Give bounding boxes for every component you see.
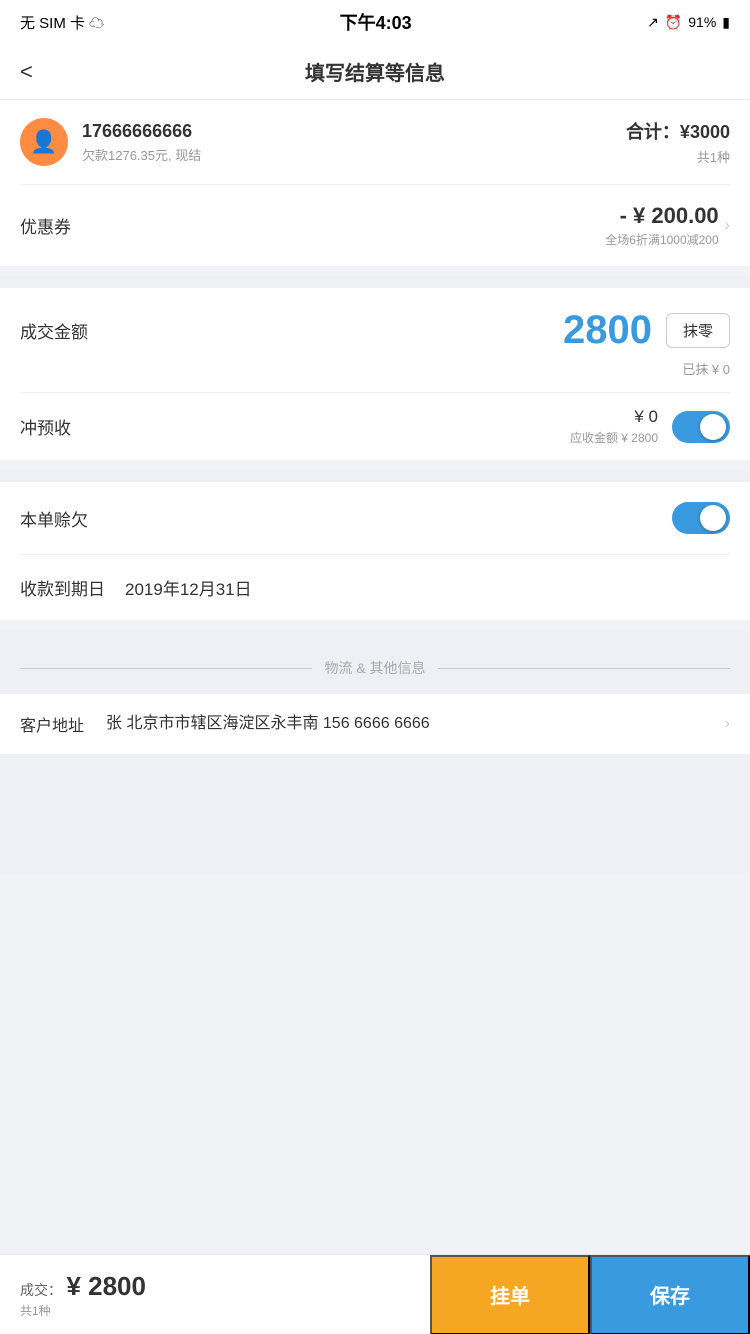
section-header-text: 物流 & 其他信息 <box>324 658 425 678</box>
alarm-icon: ⏰ <box>665 14 682 31</box>
no-sim-text: 无 SIM 卡 ☁ <box>20 12 104 33</box>
coupon-label: 优惠券 <box>20 213 71 238</box>
gray-separator-3 <box>0 630 750 642</box>
status-time: 下午4:03 <box>340 9 412 35</box>
battery-icon: ▮ <box>722 14 730 31</box>
credit-card: 本单赊欠 收款到期日 2019年12月31日 <box>0 482 750 620</box>
deal-amount-value: 2800 <box>563 308 652 353</box>
user-info: 17666666666 欠款1276.35元, 现结 <box>82 121 201 164</box>
user-right: 合计：¥3000 共1种 <box>626 118 730 166</box>
coupon-block: - ¥ 200.00 全场6折满1000减200 <box>605 203 718 248</box>
deal-right: 2800 抹零 <box>563 308 730 353</box>
user-left: 👤 17666666666 欠款1276.35元, 现结 <box>20 118 201 166</box>
location-icon: ↗ <box>647 14 659 31</box>
avatar: 👤 <box>20 118 68 166</box>
deal-amount-label: 成交金额 <box>20 318 88 343</box>
user-phone: 17666666666 <box>82 121 201 142</box>
prepaid-label: 冲预收 <box>20 414 71 439</box>
gray-separator-1 <box>0 276 750 288</box>
round-button[interactable]: 抹零 <box>666 313 730 348</box>
gray-separator-2 <box>0 470 750 482</box>
section-header-line-right <box>438 668 730 669</box>
bottom-deal-label: 成交： <box>20 1282 62 1298</box>
prepaid-row: 冲预收 ¥ 0 应收金额 ¥ 2800 <box>0 393 750 460</box>
address-row[interactable]: 客户地址 张 北京市市辖区海淀区永丰南 156 6666 6666 › <box>0 694 750 754</box>
address-value: 张 北京市市辖区海淀区永丰南 156 6666 6666 <box>106 712 709 736</box>
prepaid-amount-block: ¥ 0 应收金额 ¥ 2800 <box>570 407 658 446</box>
prepaid-amount: ¥ 0 <box>570 407 658 427</box>
coupon-sub: 全场6折满1000减200 <box>605 231 718 248</box>
back-button[interactable]: < <box>20 59 33 85</box>
user-row: 👤 17666666666 欠款1276.35元, 现结 合计：¥3000 共1… <box>0 100 750 184</box>
duedate-label: 收款到期日 <box>20 575 105 600</box>
coupon-amount: - ¥ 200.00 <box>605 203 718 229</box>
deal-sub: 已抹 ¥ 0 <box>0 359 750 392</box>
nav-bar: < 填写结算等信息 <box>0 44 750 100</box>
status-bar: 无 SIM 卡 ☁ 下午4:03 ↗ ⏰ 91% ▮ <box>0 0 750 44</box>
prepaid-toggle[interactable] <box>672 411 730 443</box>
bottom-deal-amount: ¥ 2800 <box>66 1271 146 1301</box>
pending-button[interactable]: 挂单 <box>430 1255 590 1334</box>
address-label: 客户地址 <box>20 712 90 736</box>
bottom-bar: 成交： ¥ 2800 共1种 挂单 保存 <box>0 1254 750 1334</box>
coupon-right: - ¥ 200.00 全场6折满1000减200 › <box>605 203 730 248</box>
logistics-section-header: 物流 & 其他信息 <box>0 642 750 694</box>
credit-row: 本单赊欠 <box>0 482 750 554</box>
coupon-chevron-icon: › <box>725 217 730 235</box>
deal-card: 成交金额 2800 抹零 已抹 ¥ 0 冲预收 ¥ 0 应收金额 ¥ 2800 <box>0 288 750 460</box>
bottom-deal-label-row: 成交： ¥ 2800 <box>20 1271 410 1302</box>
bottom-count: 共1种 <box>20 1302 410 1319</box>
address-chevron-icon: › <box>725 715 730 733</box>
user-card: 👤 17666666666 欠款1276.35元, 现结 合计：¥3000 共1… <box>0 100 750 266</box>
credit-toggle[interactable] <box>672 502 730 534</box>
duedate-value: 2019年12月31日 <box>125 575 252 600</box>
duedate-row: 收款到期日 2019年12月31日 <box>0 555 750 620</box>
user-sub: 欠款1276.35元, 现结 <box>82 145 201 164</box>
content-area: 👤 17666666666 欠款1276.35元, 现结 合计：¥3000 共1… <box>0 100 750 974</box>
status-right: ↗ ⏰ 91% ▮ <box>647 14 730 31</box>
prepaid-right: ¥ 0 应收金额 ¥ 2800 <box>570 407 730 446</box>
battery-text: 91% <box>688 14 716 30</box>
status-left: 无 SIM 卡 ☁ <box>20 12 104 33</box>
deal-amount-row: 成交金额 2800 抹零 <box>0 288 750 359</box>
total-count: 共1种 <box>626 147 730 166</box>
total-amount: 合计：¥3000 <box>626 118 730 144</box>
prepaid-sub: 应收金额 ¥ 2800 <box>570 429 658 446</box>
bottom-gray-area <box>0 754 750 874</box>
coupon-row[interactable]: 优惠券 - ¥ 200.00 全场6折满1000减200 › <box>0 185 750 266</box>
credit-label: 本单赊欠 <box>20 506 88 531</box>
section-header-line-left <box>20 668 312 669</box>
save-button[interactable]: 保存 <box>590 1255 750 1334</box>
bottom-left: 成交： ¥ 2800 共1种 <box>0 1271 430 1319</box>
page-title: 填写结算等信息 <box>305 57 445 86</box>
